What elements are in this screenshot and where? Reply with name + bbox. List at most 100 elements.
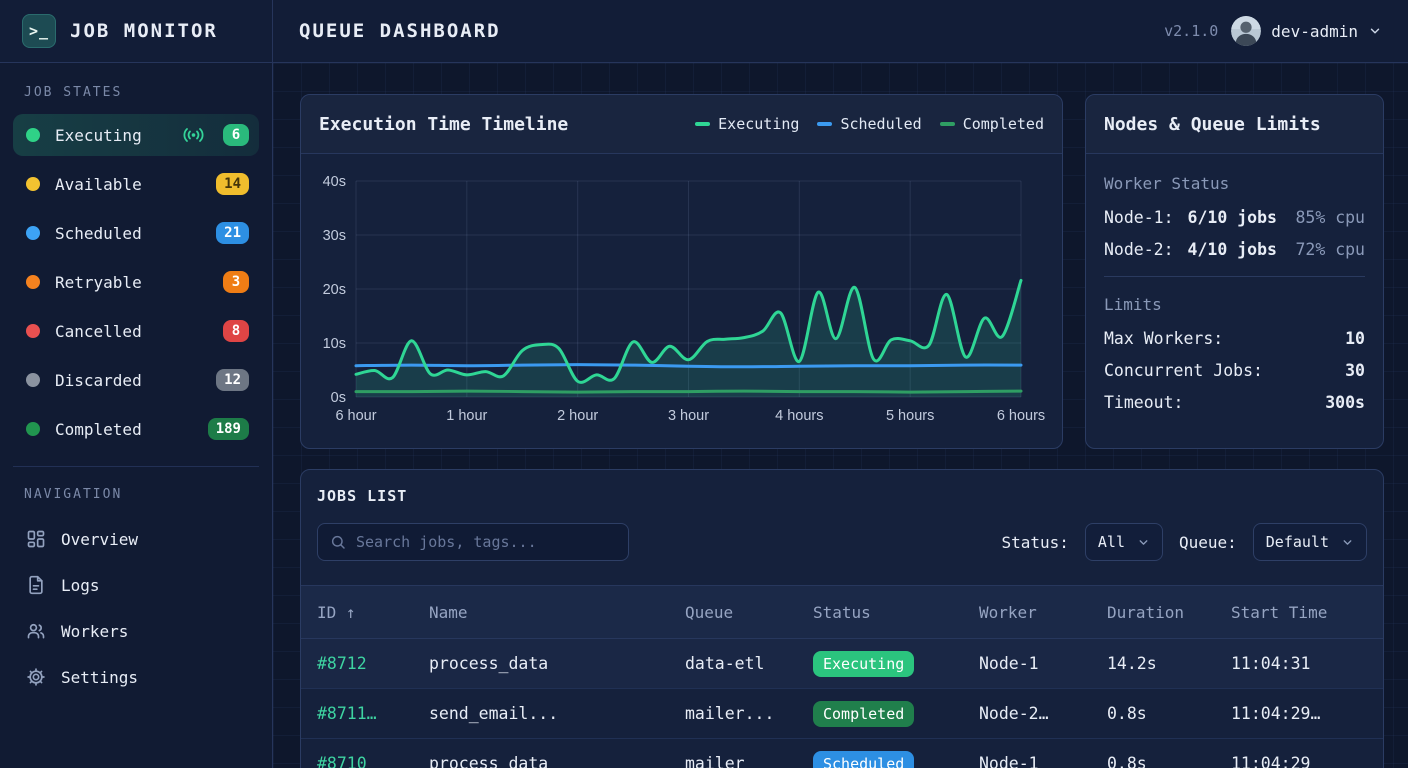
sidebar-state-retryable[interactable]: Retryable 3: [13, 261, 259, 303]
filters: Status: All Queue: Default: [1001, 523, 1367, 561]
users-icon: [26, 621, 46, 641]
status-badge: Scheduled: [813, 750, 915, 768]
job-states-list: Executing 6 Available 14 Scheduled 21 Retryabl…: [13, 114, 259, 450]
column-header[interactable]: Status: [813, 603, 979, 622]
table-row[interactable]: #8712 process_data data-etl Executing Node-1…: [301, 639, 1383, 689]
svg-text:10s: 10s: [323, 336, 346, 352]
app-title: JOB MONITOR: [70, 20, 218, 42]
job-start-time: 11:04:31: [1231, 654, 1311, 673]
sidebar-state-executing[interactable]: Executing 6: [13, 114, 259, 156]
job-name: process_data: [429, 654, 549, 673]
worker-status-heading: Worker Status: [1104, 174, 1230, 193]
svg-text:2 hour: 2 hour: [557, 408, 598, 424]
status-filter-select[interactable]: All: [1084, 523, 1163, 561]
state-count-badge: 21: [216, 222, 249, 244]
status-badge: Completed: [813, 700, 915, 727]
nav-label: Workers: [61, 621, 129, 641]
worker-status-list: Node-1: 6/10 jobs 85% cpu Node-2: 4/10 jobs 7…: [1104, 208, 1365, 259]
chart-legend: Executing Scheduled Completed: [695, 115, 1044, 133]
worker-status-row: Node-2: 4/10 jobs 72% cpu: [1104, 240, 1365, 259]
state-count-badge: 14: [216, 173, 249, 195]
job-id-link[interactable]: #8712: [317, 654, 429, 673]
table-row[interactable]: #8710 process_data mailer Scheduled Node-1 0.…: [301, 739, 1383, 768]
column-header[interactable]: ID ↑: [317, 603, 429, 622]
version-label: v2.1.0: [1164, 22, 1219, 40]
job-states-heading: JOB STATES: [24, 85, 123, 100]
limit-value: 10: [1345, 329, 1365, 348]
table-row[interactable]: #8711… send_email... mailer... Completed Nod…: [301, 689, 1383, 739]
worker-label: Node-1:: [1104, 208, 1174, 227]
column-header[interactable]: Worker: [979, 603, 1107, 622]
sidebar-state-cancelled[interactable]: Cancelled 8: [13, 310, 259, 352]
job-queue: mailer: [685, 754, 745, 768]
legend-item-completed: Completed: [939, 115, 1044, 133]
gear-icon: [26, 667, 46, 687]
legend-item-executing: Executing: [695, 115, 799, 133]
search-box[interactable]: [317, 523, 629, 561]
job-id-link[interactable]: #8710: [317, 754, 429, 768]
nav-label: Settings: [61, 667, 139, 687]
sidebar-state-discarded[interactable]: Discarded 12: [13, 359, 259, 401]
chevron-down-icon: [1137, 536, 1150, 549]
job-duration: 0.8s: [1107, 704, 1147, 723]
state-count-badge: 189: [207, 418, 249, 440]
limit-row: Max Workers: 10: [1104, 329, 1365, 348]
avatar: [1231, 16, 1262, 46]
user-menu[interactable]: dev-admin: [1231, 16, 1382, 46]
search-input[interactable]: [356, 533, 616, 551]
column-header[interactable]: Queue: [685, 603, 813, 622]
topbar-right: v2.1.0 dev-admin: [1164, 16, 1382, 46]
queue-filter-select[interactable]: Default: [1252, 523, 1367, 561]
chevron-down-icon: [1368, 24, 1382, 38]
sidebar: JOB STATES Executing 6 Available 14 Schedule…: [0, 63, 273, 768]
column-header[interactable]: Duration: [1107, 603, 1231, 622]
svg-text:6 hours: 6 hours: [997, 408, 1045, 424]
svg-text:5 hours: 5 hours: [886, 408, 934, 424]
queue-filter-label: Queue:: [1178, 532, 1237, 552]
sidebar-item-workers[interactable]: Workers: [13, 608, 259, 654]
state-count-badge: 12: [216, 369, 249, 391]
worker-jobs: 4/10 jobs: [1187, 240, 1277, 259]
worker-cpu: 72% cpu: [1295, 240, 1365, 259]
state-dot: [26, 373, 40, 387]
state-count-badge: 8: [223, 320, 249, 342]
column-header[interactable]: Start Time: [1231, 603, 1383, 622]
selected-value: All: [1097, 533, 1125, 551]
job-worker: Node-1: [979, 654, 1039, 673]
nav-label: Logs: [61, 575, 100, 595]
legend-label: Executing: [718, 115, 800, 133]
state-label: Cancelled: [55, 321, 142, 341]
job-worker: Node-1: [979, 754, 1039, 768]
nav-label: Overview: [61, 529, 139, 549]
svg-text:0s: 0s: [331, 390, 346, 406]
state-dot: [26, 324, 40, 338]
state-dot: [26, 226, 40, 240]
legend-swatch: [939, 122, 955, 126]
navigation-list: Overview Logs Workers Settings: [13, 516, 259, 700]
layout-grid-icon: [26, 529, 46, 549]
limit-row: Timeout: 300s: [1104, 393, 1365, 412]
limits-list: Max Workers: 10 Concurrent Jobs: 30 Timeout:…: [1104, 329, 1365, 412]
state-dot: [26, 128, 40, 142]
state-label: Completed: [55, 419, 142, 439]
timeline-chart: 0s 10s 20s 30s 40s 6 hour 1 hour 2 hour 3 hour 4 …: [323, 174, 1046, 424]
job-start-time: 11:04:29…: [1231, 704, 1321, 723]
sidebar-state-available[interactable]: Available 14: [13, 163, 259, 205]
state-count-badge: 3: [223, 271, 249, 293]
timeline-card: Execution Time Timeline Executing Schedul…: [300, 94, 1063, 449]
column-header[interactable]: Name: [429, 603, 685, 622]
sidebar-state-scheduled[interactable]: Scheduled 21: [13, 212, 259, 254]
sidebar-state-completed[interactable]: Completed 189: [13, 408, 259, 450]
sidebar-item-logs[interactable]: Logs: [13, 562, 259, 608]
job-start-time: 11:04:29: [1231, 754, 1311, 768]
table-header: ID ↑ Name Queue Status Worker Duration Start T…: [301, 585, 1383, 639]
limit-value: 30: [1345, 361, 1365, 380]
legend-swatch: [817, 122, 833, 126]
job-id-link[interactable]: #8711…: [317, 704, 429, 723]
jobs-list-heading: JOBS LIST: [317, 487, 408, 505]
sidebar-item-settings[interactable]: Settings: [13, 654, 259, 700]
job-name: process_data: [429, 754, 549, 768]
worker-label: Node-2:: [1104, 240, 1174, 259]
sidebar-divider: [13, 466, 259, 467]
sidebar-item-overview[interactable]: Overview: [13, 516, 259, 562]
